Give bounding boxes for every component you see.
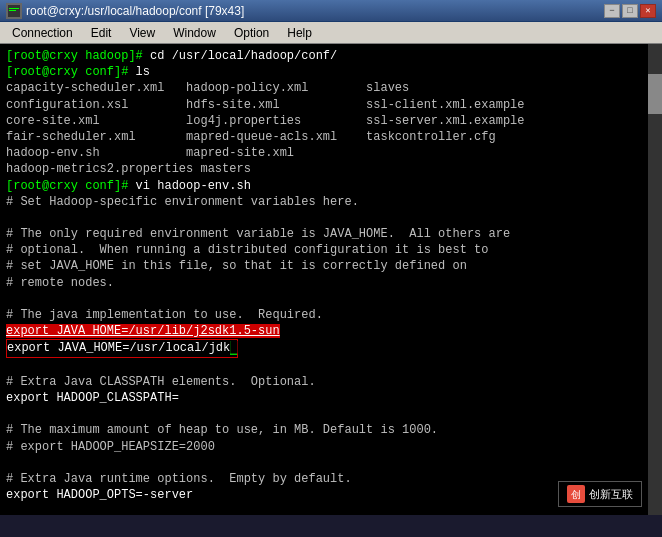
svg-rect-2 (9, 10, 16, 11)
app-icon (6, 3, 22, 19)
strikethrough-export-line: export JAVA_HOME=/usr/lib/j2sdk1.5-sun (6, 323, 656, 339)
comment-line: # optional. When running a distributed c… (6, 242, 656, 258)
title-bar-left: root@crxy:/usr/local/hadoop/conf [79x43] (6, 3, 244, 19)
terminal-area[interactable]: [root@crxy hadoop]# cd /usr/local/hadoop… (0, 44, 662, 515)
comment-line: # Set Hadoop-specific environment variab… (6, 194, 656, 210)
export-line: export HADOOP_CLASSPATH= (6, 390, 656, 406)
comment-line: # set JAVA_HOME in this file, so that it… (6, 258, 656, 274)
scrollbar[interactable] (648, 44, 662, 515)
terminal-line: [root@crxy hadoop]# cd /usr/local/hadoop… (6, 48, 656, 64)
maximize-button[interactable]: □ (622, 4, 638, 18)
menu-option[interactable]: Option (226, 24, 277, 42)
watermark-text: 创新互联 (589, 487, 633, 502)
title-bar: root@crxy:/usr/local/hadoop/conf [79x43]… (0, 0, 662, 22)
terminal-line: hadoop-env.sh mapred-site.xml (6, 145, 656, 161)
watermark: 创 创新互联 (558, 481, 642, 507)
comment-line: # The maximum amount of heap to use, in … (6, 422, 656, 438)
terminal-line: configuration.xsl hdfs-site.xml ssl-clie… (6, 97, 656, 113)
scrollbar-thumb[interactable] (648, 74, 662, 114)
menu-help[interactable]: Help (279, 24, 320, 42)
menu-connection[interactable]: Connection (4, 24, 81, 42)
menu-view[interactable]: View (121, 24, 163, 42)
blank-line (6, 455, 656, 471)
blank-line (6, 406, 656, 422)
terminal-line: capacity-scheduler.xml hadoop-policy.xml… (6, 80, 656, 96)
terminal-line: hadoop-metrics2.properties masters (6, 161, 656, 177)
comment-line: # export HADOOP_HEAPSIZE=2000 (6, 439, 656, 455)
comment-line: # The java implementation to use. Requir… (6, 307, 656, 323)
blank-line (6, 291, 656, 307)
minimize-button[interactable]: − (604, 4, 620, 18)
close-button[interactable]: ✕ (640, 4, 656, 18)
comment-line: # The only required environment variable… (6, 226, 656, 242)
menu-edit[interactable]: Edit (83, 24, 120, 42)
terminal-line: fair-scheduler.xml mapred-queue-acls.xml… (6, 129, 656, 145)
comment-line: # Extra Java CLASSPATH elements. Optiona… (6, 374, 656, 390)
menu-bar: Connection Edit View Window Option Help (0, 22, 662, 44)
watermark-icon: 创 (567, 485, 585, 503)
terminal-line: core-site.xml log4j.properties ssl-serve… (6, 113, 656, 129)
svg-rect-1 (9, 8, 19, 9)
menu-window[interactable]: Window (165, 24, 224, 42)
svg-text:创: 创 (571, 489, 581, 500)
window-title: root@crxy:/usr/local/hadoop/conf [79x43] (26, 4, 244, 18)
blank-line (6, 210, 656, 226)
window-controls: − □ ✕ (604, 4, 656, 18)
comment-line: # remote nodes. (6, 275, 656, 291)
blank-line (6, 358, 656, 374)
terminal-line: [root@crxy conf]# vi hadoop-env.sh (6, 178, 656, 194)
edit-export-line: export JAVA_HOME=/usr/local/jdk█ (6, 339, 656, 357)
terminal-line: [root@crxy conf]# ls (6, 64, 656, 80)
